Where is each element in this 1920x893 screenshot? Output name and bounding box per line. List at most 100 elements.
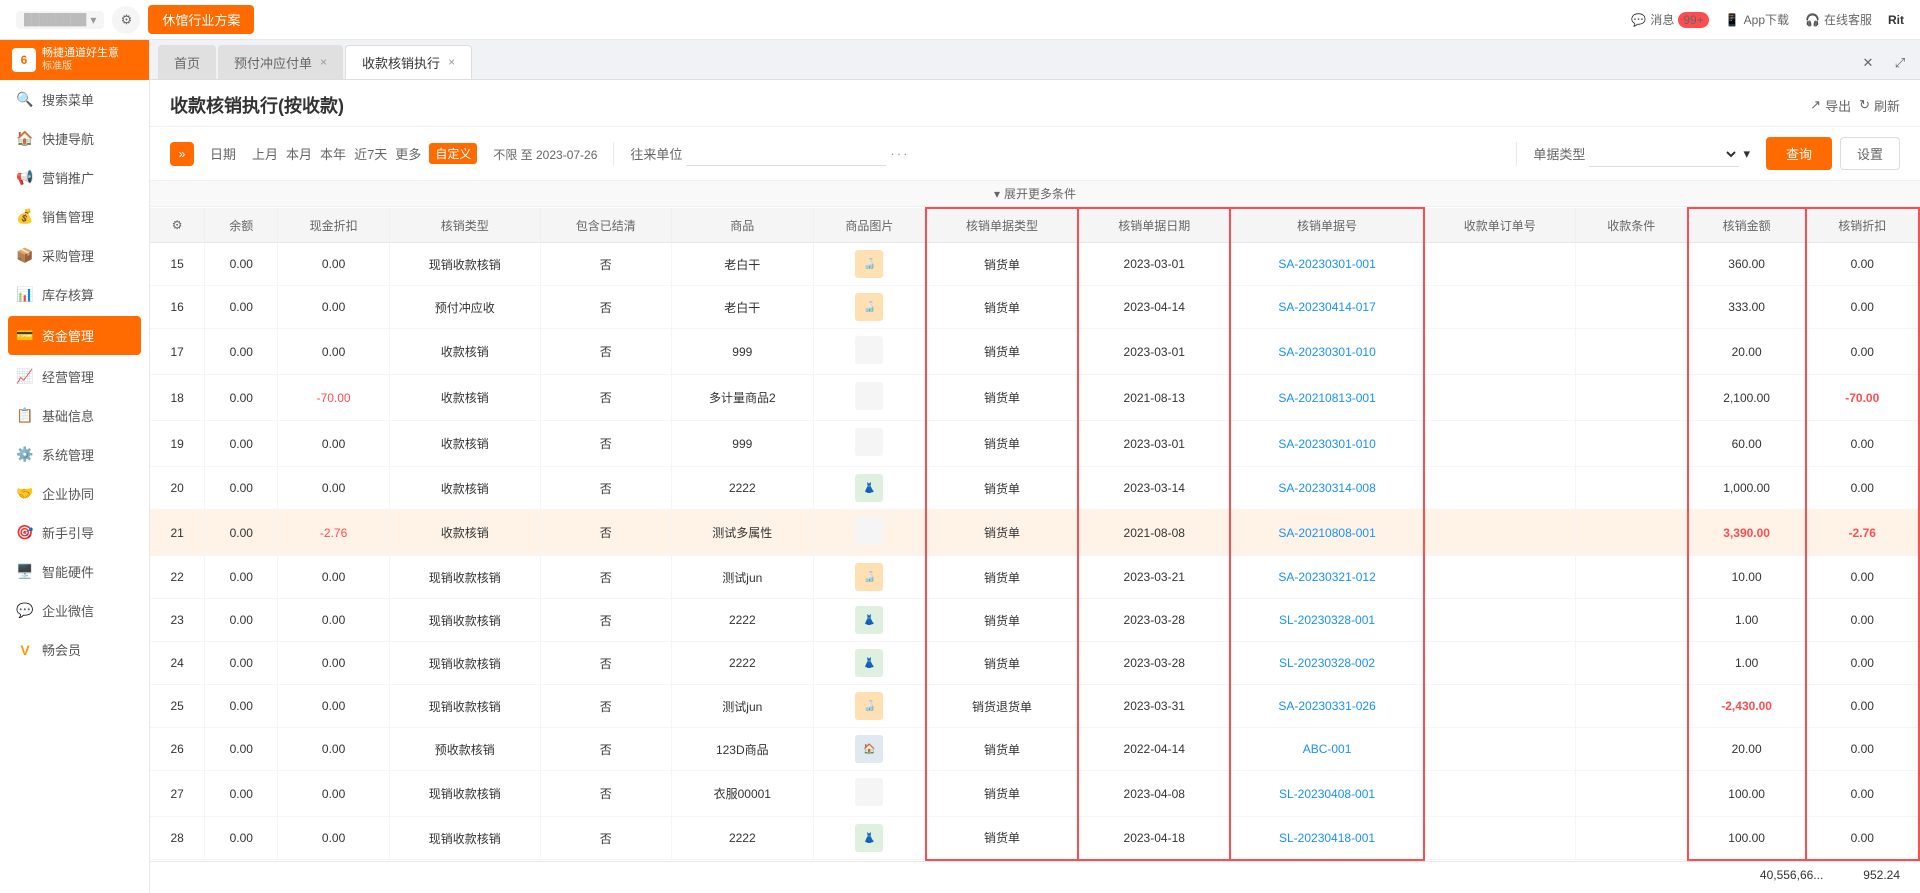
chevron-down-icon: ▾ [90,13,96,27]
sidebar-item-marketing[interactable]: 📢 营销推广 [0,158,149,197]
row-verify-amount: 60.00 [1688,421,1806,467]
filter-bar: » 日期 上月 本月 本年 近7天 更多 自定义 不限 至 2023-07-26… [150,127,1920,181]
bill-no-link[interactable]: SA-20230301-010 [1278,437,1375,451]
filter-toggle-btn[interactable]: » [170,142,194,166]
date-range: 不限 至 2023-07-26 [493,146,597,163]
row-product: 测试jun [671,556,813,599]
user-label[interactable]: Rit [1888,13,1904,27]
row-receipt-condition [1575,556,1688,599]
date-this-month[interactable]: 本月 [286,144,312,163]
row-receipt-order [1424,243,1575,286]
sidebar-item-operations[interactable]: 📈 经营管理 [0,357,149,396]
product-image: 🍶 [855,692,883,720]
expand-more-btn[interactable]: ▾ 展开更多条件 [994,185,1076,202]
row-verify-bill-type: 销货单 [926,817,1078,860]
bill-no-link[interactable]: SA-20210808-001 [1278,526,1375,540]
refresh-button[interactable]: ↻ 刷新 [1859,96,1900,115]
counterpart-input[interactable] [686,142,886,166]
date-last-month[interactable]: 上月 [252,144,278,163]
product-image: 👗 [855,649,883,677]
row-no: 25 [150,685,205,728]
sidebar-item-system[interactable]: ⚙️ 系统管理 [0,435,149,474]
sidebar-item-corp[interactable]: 🤝 企业协同 [0,474,149,513]
row-verify-bill-type: 销货单 [926,286,1078,329]
sidebar-item-wechat[interactable]: 💬 企业微信 [0,591,149,630]
bill-no-link[interactable]: SA-20230314-008 [1278,481,1375,495]
bill-no-link[interactable]: SA-20230321-012 [1278,570,1375,584]
headset-icon: 🎧 [1805,13,1820,27]
sidebar-item-finance[interactable]: 💳 资金管理 [8,316,141,355]
corp-icon: 🤝 [16,485,34,502]
row-verify-bill-date: 2023-03-01 [1078,421,1230,467]
bill-no-link[interactable]: SL-20230418-001 [1279,831,1375,845]
row-cash-discount: 0.00 [278,467,390,510]
counterpart-dots: ··· [890,146,909,161]
date-7days[interactable]: 近7天 [354,144,387,163]
online-service-link[interactable]: 🎧 在线客服 [1805,11,1872,28]
date-options: 上月 本月 本年 近7天 更多 自定义 [252,143,477,164]
row-include-settled: 否 [540,817,671,860]
bill-no-link[interactable]: SL-20230328-002 [1279,656,1375,670]
bill-no-link[interactable]: SA-20230414-017 [1278,300,1375,314]
row-include-settled: 否 [540,510,671,556]
row-verify-bill-date: 2021-08-08 [1078,510,1230,556]
date-more[interactable]: 更多 [395,144,421,163]
export-button[interactable]: ↗ 导出 [1810,96,1851,115]
row-verify-amount: 100.00 [1688,771,1806,817]
bill-no-link[interactable]: SL-20230408-001 [1279,787,1375,801]
expand-tab-icon[interactable]: ⤢ [1888,51,1912,75]
bill-no-link[interactable]: SL-20230328-001 [1279,613,1375,627]
query-button[interactable]: 查询 [1766,137,1832,170]
row-receipt-condition [1575,467,1688,510]
row-cash-discount: -70.00 [278,375,390,421]
sidebar-item-hardware[interactable]: 🖥️ 智能硬件 [0,552,149,591]
bill-no-link[interactable]: SA-20230301-001 [1278,257,1375,271]
sidebar-item-guide[interactable]: 🎯 新手引导 [0,513,149,552]
bill-no-link[interactable]: ABC-001 [1303,742,1352,756]
sidebar-item-search[interactable]: 🔍 搜索菜单 [0,80,149,119]
col-balance: 余额 [205,208,278,243]
bill-no-link[interactable]: SA-20230301-010 [1278,345,1375,359]
row-cash-discount: 0.00 [278,556,390,599]
date-custom-btn[interactable]: 自定义 [429,143,477,164]
row-no: 22 [150,556,205,599]
row-verify-amount: 20.00 [1688,329,1806,375]
tab-home[interactable]: 首页 [158,45,216,79]
row-product-img: 🏠 [813,728,926,771]
close-tab-icon[interactable]: ✕ [1856,51,1880,75]
company-select[interactable]: ████████ ▾ [16,11,104,29]
setting-button[interactable]: 设置 [1840,137,1900,170]
tab-prepay-close[interactable]: × [320,55,327,69]
bill-no-link[interactable]: SA-20210813-001 [1278,391,1375,405]
row-verify-discount: 0.00 [1806,286,1920,329]
tab-collection[interactable]: 收款核销执行 × [345,45,472,79]
bill-type-select[interactable] [1589,141,1739,167]
sidebar-item-purchase[interactable]: 📦 采购管理 [0,236,149,275]
bill-no-link[interactable]: SA-20230331-026 [1278,699,1375,713]
row-verify-bill-no: SA-20230314-008 [1230,467,1423,510]
tab-collection-close[interactable]: × [448,55,455,69]
sidebar-item-inventory[interactable]: 📊 库存核算 [0,275,149,314]
row-balance: 0.00 [205,510,278,556]
messages-link[interactable]: 💬 消息 99+ [1631,11,1708,28]
row-verify-bill-date: 2023-04-14 [1078,286,1230,329]
sidebar-item-sales[interactable]: 💰 销售管理 [0,197,149,236]
industry-button[interactable]: 休馆行业方案 [148,5,254,34]
col-cash-discount: 现金折扣 [278,208,390,243]
tab-prepay[interactable]: 预付冲应付单 × [218,45,343,79]
date-this-year[interactable]: 本年 [320,144,346,163]
row-verify-type: 预付冲应收 [389,286,540,329]
sidebar-item-nav[interactable]: 🏠 快捷导航 [0,119,149,158]
counterpart-label: 往来单位 [630,144,682,163]
row-product-img [813,771,926,817]
row-verify-bill-date: 2023-03-21 [1078,556,1230,599]
row-include-settled: 否 [540,375,671,421]
export-icon: ↗ [1810,97,1821,113]
sidebar-item-member[interactable]: V 畅会员 [0,630,149,669]
app-download-link[interactable]: 📱 App下载 [1725,11,1789,28]
col-settings[interactable]: ⚙ [150,208,205,243]
row-include-settled: 否 [540,599,671,642]
settings-icon[interactable]: ⚙ [112,6,140,34]
product-image: 🍶 [855,250,883,278]
sidebar-item-base-info[interactable]: 📋 基础信息 [0,396,149,435]
